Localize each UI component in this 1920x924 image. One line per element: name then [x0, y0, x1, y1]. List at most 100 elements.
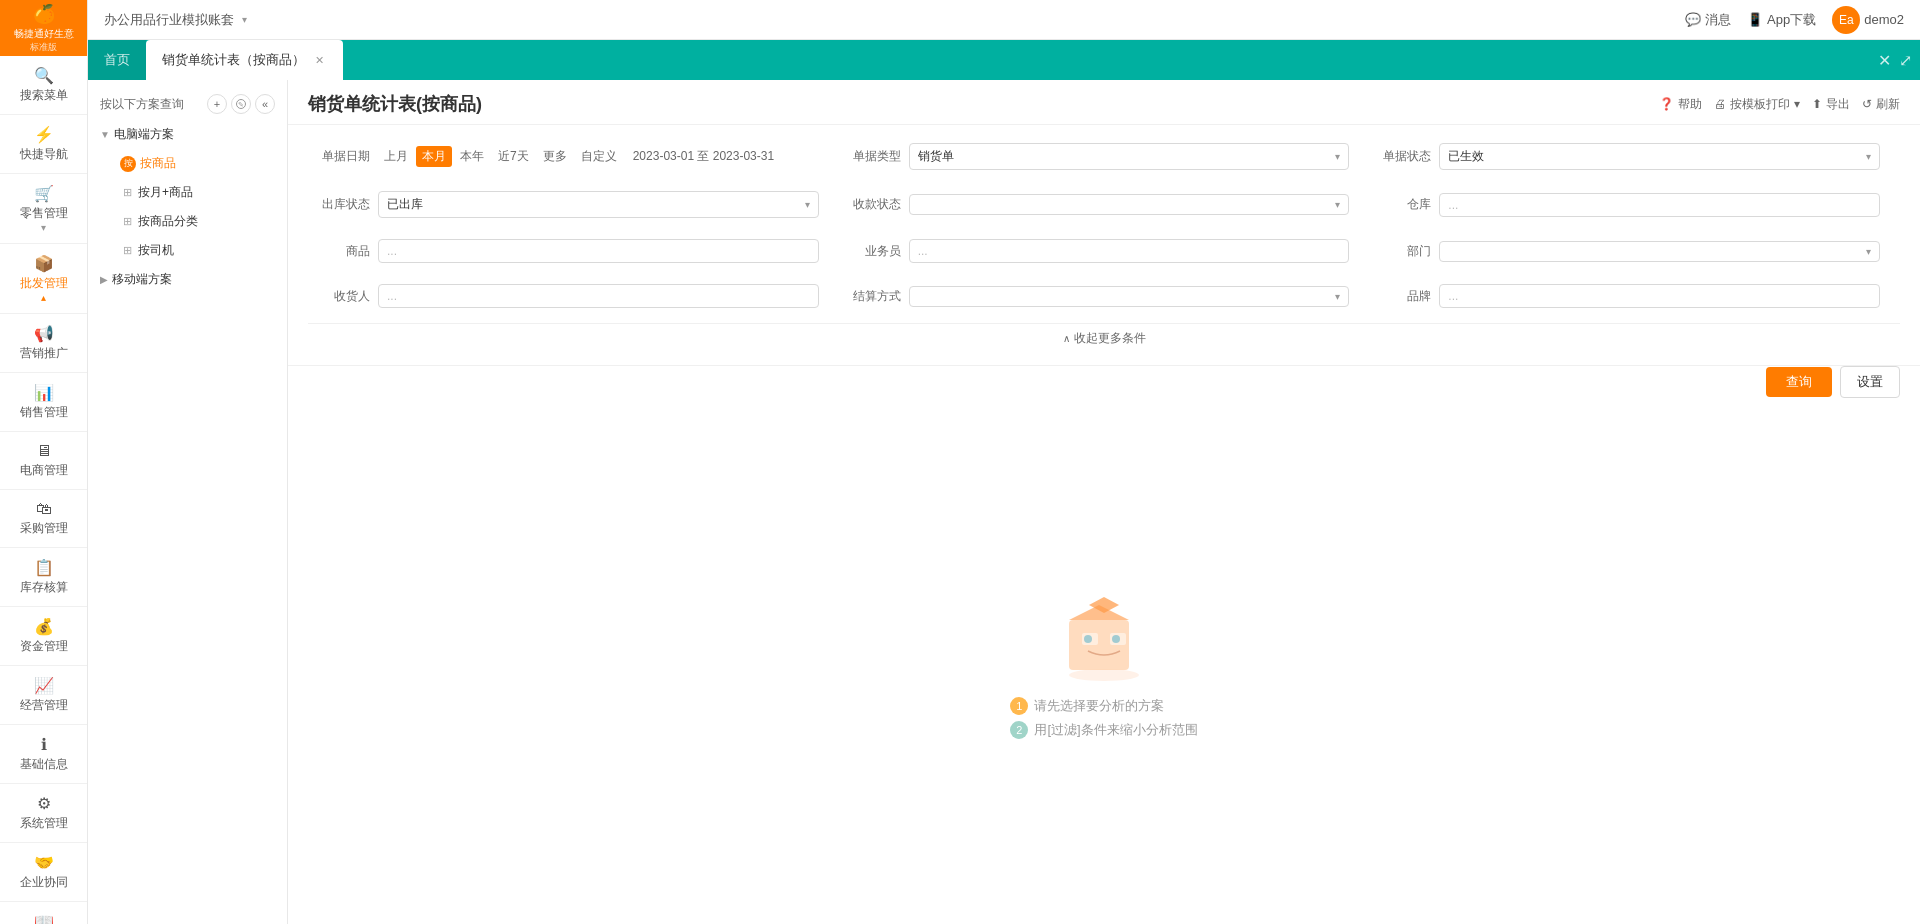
sidebar-item-search[interactable]: 🔍 搜索菜单 — [0, 56, 87, 115]
sidebar-item-retail[interactable]: 🛒 零售管理 ▾ — [0, 174, 87, 244]
department-select[interactable]: ▾ — [1439, 241, 1880, 262]
panel-header-label: 按以下方案查询 — [100, 96, 184, 113]
sidebar-item-guide[interactable]: 📖 新手引导 — [0, 902, 87, 924]
tab-home[interactable]: 首页 — [88, 40, 146, 80]
product-dots: ... — [387, 244, 397, 258]
filter-department: 部门 ▾ — [1369, 233, 1900, 270]
user-name: demo2 — [1864, 12, 1904, 27]
edit-scheme-btn[interactable]: ✎ — [231, 94, 251, 114]
sidebar-item-label: 电商管理 — [20, 462, 68, 479]
sidebar-item-purchase[interactable]: 🛍 采购管理 — [0, 490, 87, 548]
download-icon: 📱 — [1747, 12, 1763, 27]
sidebar-item-label: 库存核算 — [20, 579, 68, 596]
help-btn[interactable]: ❓ 帮助 — [1659, 96, 1702, 113]
query-btn[interactable]: 查询 — [1766, 367, 1832, 397]
tree-item-label: 按月+商品 — [138, 184, 193, 201]
sidebar-item-label: 系统管理 — [20, 815, 68, 832]
sidebar-item-quick-nav[interactable]: ⚡ 快捷导航 — [0, 115, 87, 174]
empty-svg — [1044, 585, 1164, 685]
filter-row-1: 单据日期 上月 本月 本年 近7天 更多 自定义 2023-03-01 至 20… — [308, 137, 1900, 177]
payment-label: 结算方式 — [839, 288, 909, 305]
finance-icon: 💰 — [34, 617, 54, 636]
tree-item-month-product[interactable]: ⊞ 按月+商品 — [88, 178, 287, 207]
type-dropdown-arrow: ▾ — [1335, 151, 1340, 162]
tree-group-mobile[interactable]: ▶ 移动端方案 — [88, 265, 287, 294]
tree-item-by-product[interactable]: 按 按商品 — [88, 149, 287, 178]
tree-chevron-mobile: ▶ — [100, 274, 108, 285]
collapse-panel-btn[interactable]: « — [255, 94, 275, 114]
sidebar-item-system[interactable]: ⚙ 系统管理 — [0, 784, 87, 843]
date-btn-last-month[interactable]: 上月 — [378, 146, 414, 167]
collapse-bar[interactable]: ∧ 收起更多条件 — [308, 323, 1900, 353]
active-scheme-icon: 按 — [120, 156, 136, 172]
date-btn-this-month[interactable]: 本月 — [416, 146, 452, 167]
user-menu[interactable]: Ea demo2 — [1832, 6, 1904, 34]
tab-report[interactable]: 销货单统计表（按商品） ✕ — [146, 40, 343, 80]
refresh-label: 刷新 — [1876, 96, 1900, 113]
tab-expand-btn[interactable]: ⤢ — [1899, 51, 1912, 70]
receipt-status-select[interactable]: ▾ — [909, 194, 1350, 215]
out-status-select[interactable]: 已出库 ▾ — [378, 191, 819, 218]
sidebar-item-label: 企业协同 — [20, 874, 68, 891]
sidebar-item-label: 营销推广 — [20, 345, 68, 362]
sidebar-item-wholesale[interactable]: 📦 批发管理 ▴ — [0, 244, 87, 314]
message-btn[interactable]: 💬 消息 — [1685, 11, 1731, 29]
warehouse-input[interactable]: ... — [1439, 193, 1880, 217]
tab-close-btn[interactable]: ✕ — [311, 52, 327, 68]
help-label: 帮助 — [1678, 96, 1702, 113]
sidebar-item-sales[interactable]: 📊 销售管理 — [0, 373, 87, 432]
date-btn-last-7days[interactable]: 近7天 — [492, 146, 535, 167]
system-icon: ⚙ — [37, 794, 51, 813]
sidebar-item-marketing[interactable]: 📢 营销推广 — [0, 314, 87, 373]
product-input[interactable]: ... — [378, 239, 819, 263]
svg-point-2 — [1069, 669, 1139, 681]
sidebar-item-label: 销售管理 — [20, 404, 68, 421]
action-bar: 查询 设置 — [288, 366, 1920, 406]
refresh-btn[interactable]: ↺ 刷新 — [1862, 96, 1900, 113]
date-shortcuts: 上月 本月 本年 近7天 更多 自定义 — [378, 146, 623, 167]
sidebar-item-operations[interactable]: 📈 经营管理 — [0, 666, 87, 725]
settings-btn[interactable]: 设置 — [1840, 366, 1900, 398]
warehouse-label: 仓库 — [1369, 196, 1439, 213]
date-btn-custom[interactable]: 自定义 — [575, 146, 623, 167]
tree-group-pc[interactable]: ▼ 电脑端方案 — [88, 120, 287, 149]
tree-item-category[interactable]: ⊞ 按商品分类 — [88, 207, 287, 236]
brand-input[interactable]: ... — [1439, 284, 1880, 308]
date-btn-this-year[interactable]: 本年 — [454, 146, 490, 167]
quick-nav-icon: ⚡ — [34, 125, 54, 144]
user-avatar: Ea — [1832, 6, 1860, 34]
sidebar-item-enterprise-collab[interactable]: 🤝 企业协同 — [0, 843, 87, 902]
sidebar-item-finance[interactable]: 💰 资金管理 — [0, 607, 87, 666]
filter-date: 单据日期 上月 本月 本年 近7天 更多 自定义 2023-03-01 至 20… — [308, 137, 839, 177]
tree-group-pc-label: 电脑端方案 — [114, 126, 174, 143]
filter-receipt-status: 收款状态 ▾ — [839, 185, 1370, 225]
sidebar-item-ecommerce[interactable]: 🖥 电商管理 — [0, 432, 87, 490]
tree-item-machine[interactable]: ⊞ 按司机 — [88, 236, 287, 265]
print-dropdown-arrow[interactable]: ▾ — [1794, 97, 1800, 111]
tab-close-all-btn[interactable]: ✕ — [1878, 51, 1891, 70]
warehouse-dots: ... — [1448, 198, 1458, 212]
salesperson-label: 业务员 — [839, 243, 909, 260]
salesperson-input[interactable]: ... — [909, 239, 1350, 263]
industry-dropdown-arrow[interactable]: ▾ — [242, 14, 247, 25]
header-left: 办公用品行业模拟账套 ▾ — [104, 11, 247, 29]
date-btn-more[interactable]: 更多 — [537, 146, 573, 167]
page-content: 按以下方案查询 + ✎ « ▼ 电脑端方案 — [88, 80, 1920, 924]
filter-payment: 结算方式 ▾ — [839, 278, 1370, 315]
export-btn[interactable]: ⬆ 导出 — [1812, 96, 1850, 113]
app-logo: 🍊 畅捷通好生意 标准版 — [0, 0, 87, 56]
out-status-value: 已出库 — [387, 196, 423, 213]
status-select[interactable]: 已生效 ▾ — [1439, 143, 1880, 170]
type-select[interactable]: 销货单 ▾ — [909, 143, 1350, 170]
payment-select[interactable]: ▾ — [909, 286, 1350, 307]
out-status-label: 出库状态 — [308, 196, 378, 213]
empty-text-list: 1 请先选择要分析的方案 2 用[过滤]条件来缩小分析范围 — [1010, 697, 1197, 745]
add-scheme-btn[interactable]: + — [207, 94, 227, 114]
tree-chevron-pc: ▼ — [100, 129, 110, 140]
template-print-btn[interactable]: 🖨 按模板打印 ▾ — [1714, 96, 1800, 113]
sidebar-item-basic[interactable]: ℹ 基础信息 — [0, 725, 87, 784]
app-download-btn[interactable]: 📱 App下载 — [1747, 11, 1816, 29]
filter-type: 单据类型 销货单 ▾ — [839, 137, 1370, 177]
sidebar-item-inventory[interactable]: 📋 库存核算 — [0, 548, 87, 607]
consignee-input[interactable]: ... — [378, 284, 819, 308]
